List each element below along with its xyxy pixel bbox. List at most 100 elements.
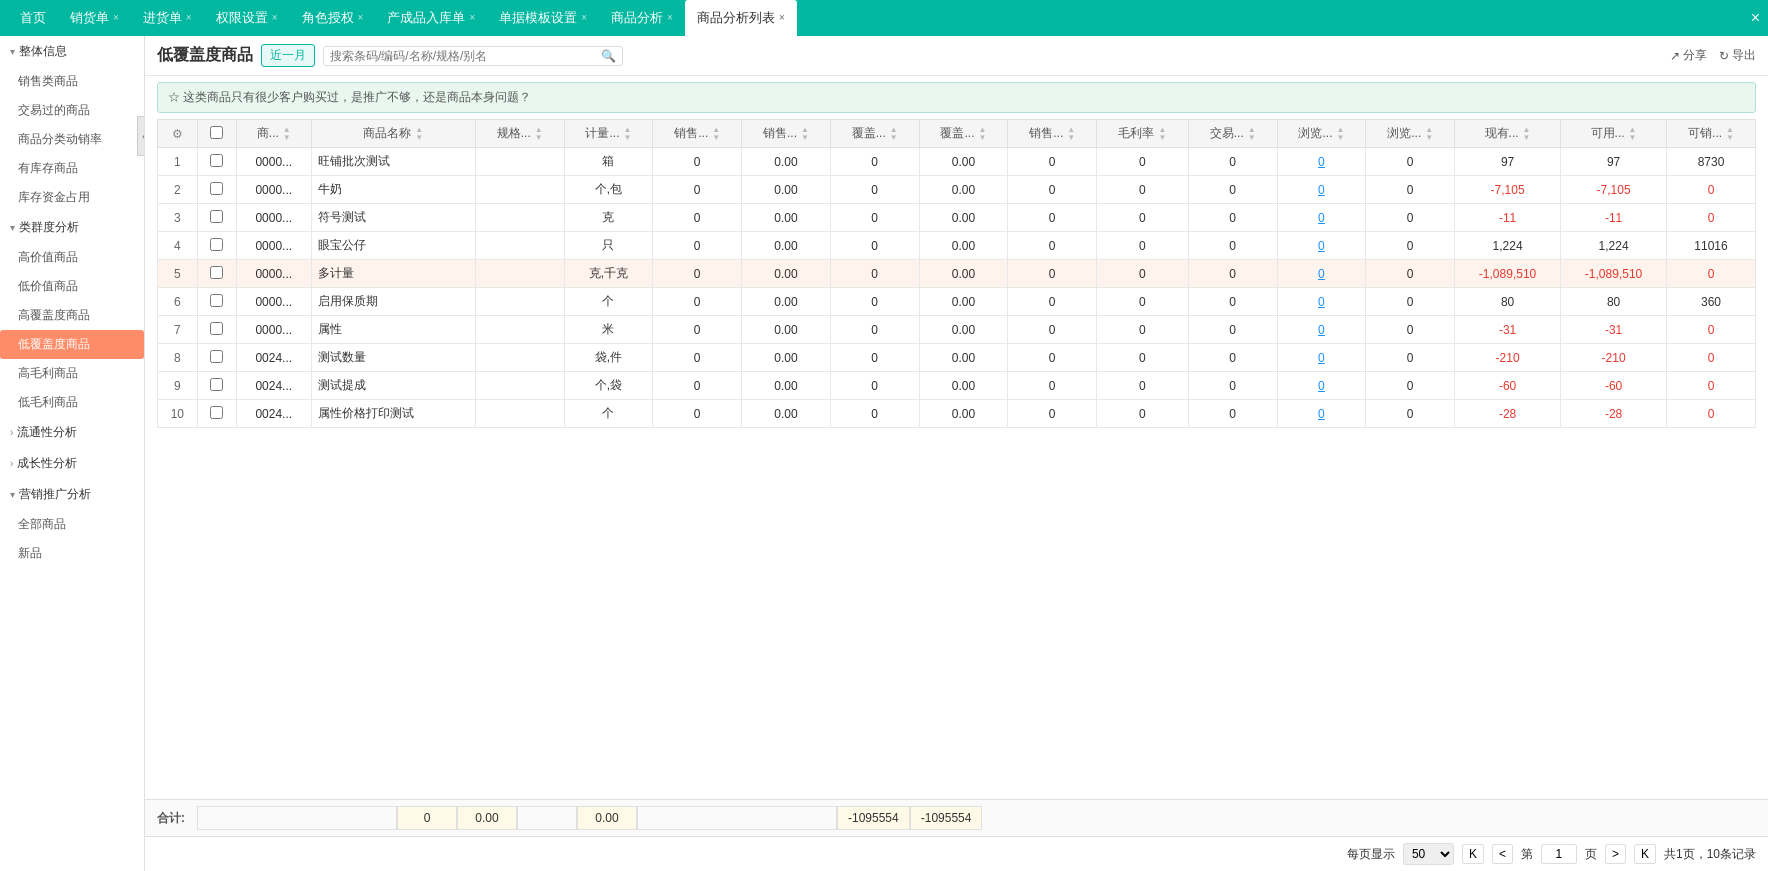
row-view1[interactable]: 0 — [1277, 204, 1366, 232]
row-select-checkbox[interactable] — [210, 350, 223, 363]
row-select-checkbox[interactable] — [210, 210, 223, 223]
sidebar-item-high-value[interactable]: 高价值商品 — [0, 243, 144, 272]
row-view1[interactable]: 0 — [1277, 344, 1366, 372]
close-icon[interactable]: × — [469, 0, 475, 36]
row-select-checkbox[interactable] — [210, 238, 223, 251]
row-select-checkbox[interactable] — [210, 378, 223, 391]
nav-tab-product[interactable]: 产成品入库单 × — [375, 0, 487, 36]
col-cover2[interactable]: 覆盖...▲▼ — [919, 120, 1008, 148]
col-view1[interactable]: 浏览...▲▼ — [1277, 120, 1366, 148]
close-icon[interactable]: × — [358, 0, 364, 36]
col-gross[interactable]: 毛利率▲▼ — [1097, 120, 1189, 148]
first-page-button[interactable]: K — [1462, 844, 1484, 864]
col-unit[interactable]: 计量...▲▼ — [564, 120, 653, 148]
close-icon[interactable]: × — [667, 0, 673, 36]
close-icon[interactable]: × — [272, 0, 278, 36]
sidebar-item-high-margin[interactable]: 高毛利商品 — [0, 359, 144, 388]
row-checkbox-cell[interactable] — [197, 148, 236, 176]
nav-tab-template[interactable]: 单据模板设置 × — [487, 0, 599, 36]
col-checkbox[interactable] — [197, 120, 236, 148]
row-view1[interactable]: 0 — [1277, 232, 1366, 260]
sidebar-collapse-button[interactable]: « — [137, 116, 145, 156]
row-select-checkbox[interactable] — [210, 294, 223, 307]
row-checkbox-cell[interactable] — [197, 316, 236, 344]
sidebar-item-high-coverage[interactable]: 高覆盖度商品 — [0, 301, 144, 330]
sidebar-item-sales-goods[interactable]: 销售类商品 — [0, 67, 144, 96]
close-icon[interactable]: × — [113, 0, 119, 36]
sidebar-item-low-margin[interactable]: 低毛利商品 — [0, 388, 144, 417]
row-view1[interactable]: 0 — [1277, 148, 1366, 176]
close-icon[interactable]: × — [186, 0, 192, 36]
table-row: 40000...眼宝公仔只00.0000.00000001,2241,22411… — [158, 232, 1756, 260]
row-select-checkbox[interactable] — [210, 406, 223, 419]
nav-tab-purchase[interactable]: 进货单 × — [131, 0, 204, 36]
nav-tab-analysis-list[interactable]: 商品分析列表 × — [685, 0, 797, 36]
col-sale-qty[interactable]: 销售...▲▼ — [653, 120, 742, 148]
close-all-button[interactable]: × — [1751, 9, 1760, 27]
col-sale-amt[interactable]: 销售...▲▼ — [742, 120, 831, 148]
col-sale3[interactable]: 销售...▲▼ — [1008, 120, 1097, 148]
row-code: 0000... — [236, 176, 311, 204]
col-name[interactable]: 商品名称▲▼ — [311, 120, 475, 148]
sidebar-item-category-rate[interactable]: 商品分类动销率 — [0, 125, 144, 154]
row-view1[interactable]: 0 — [1277, 372, 1366, 400]
total-cover2: 0.00 — [577, 806, 637, 830]
col-sellable[interactable]: 可销...▲▼ — [1667, 120, 1756, 148]
search-icon[interactable]: 🔍 — [601, 49, 616, 63]
row-checkbox-cell[interactable] — [197, 344, 236, 372]
sidebar-item-traded-goods[interactable]: 交易过的商品 — [0, 96, 144, 125]
row-select-checkbox[interactable] — [210, 182, 223, 195]
row-checkbox-cell[interactable] — [197, 288, 236, 316]
last-page-button[interactable]: K — [1634, 844, 1656, 864]
sidebar-group-growth[interactable]: › 成长性分析 — [0, 448, 144, 479]
sidebar-group-circulation[interactable]: › 流通性分析 — [0, 417, 144, 448]
sidebar-item-low-value[interactable]: 低价值商品 — [0, 272, 144, 301]
row-view1[interactable]: 0 — [1277, 176, 1366, 204]
filter-recent-month-button[interactable]: 近一月 — [261, 44, 315, 67]
export-button[interactable]: ↻ 导出 — [1719, 47, 1756, 64]
col-trade[interactable]: 交易...▲▼ — [1188, 120, 1277, 148]
sidebar-item-low-coverage[interactable]: 低覆盖度商品 — [0, 330, 144, 359]
row-select-checkbox[interactable] — [210, 322, 223, 335]
nav-tab-permissions[interactable]: 权限设置 × — [204, 0, 290, 36]
col-code[interactable]: 商...▲▼ — [236, 120, 311, 148]
nav-tab-analysis[interactable]: 商品分析 × — [599, 0, 685, 36]
sidebar-item-all-goods[interactable]: 全部商品 — [0, 510, 144, 539]
col-gear[interactable]: ⚙ — [158, 120, 198, 148]
row-select-checkbox[interactable] — [210, 266, 223, 279]
col-stock[interactable]: 现有...▲▼ — [1455, 120, 1561, 148]
row-checkbox-cell[interactable] — [197, 176, 236, 204]
row-checkbox-cell[interactable] — [197, 232, 236, 260]
row-view1[interactable]: 0 — [1277, 288, 1366, 316]
col-avail[interactable]: 可用...▲▼ — [1561, 120, 1667, 148]
close-icon[interactable]: × — [581, 0, 587, 36]
search-input[interactable] — [330, 49, 597, 63]
sidebar-group-overview[interactable]: ▾ 整体信息 — [0, 36, 144, 67]
col-view2[interactable]: 浏览...▲▼ — [1366, 120, 1455, 148]
nav-tab-home[interactable]: 首页 — [8, 0, 58, 36]
sidebar-item-in-stock[interactable]: 有库存商品 — [0, 154, 144, 183]
row-checkbox-cell[interactable] — [197, 372, 236, 400]
page-number-input[interactable] — [1541, 844, 1577, 864]
select-all-checkbox[interactable] — [210, 126, 223, 139]
sidebar-group-cluster[interactable]: ▾ 类群度分析 — [0, 212, 144, 243]
nav-tab-role[interactable]: 角色授权 × — [290, 0, 376, 36]
row-view1[interactable]: 0 — [1277, 400, 1366, 428]
row-view1[interactable]: 0 — [1277, 316, 1366, 344]
per-page-select[interactable]: 50 10 20 100 — [1403, 843, 1454, 865]
sidebar-item-stock-capital[interactable]: 库存资金占用 — [0, 183, 144, 212]
sidebar-group-marketing[interactable]: ▾ 营销推广分析 — [0, 479, 144, 510]
sidebar-item-new-goods[interactable]: 新品 — [0, 539, 144, 568]
share-button[interactable]: ↗ 分享 — [1670, 47, 1707, 64]
row-view1[interactable]: 0 — [1277, 260, 1366, 288]
col-cover1[interactable]: 覆盖...▲▼ — [830, 120, 919, 148]
prev-page-button[interactable]: < — [1492, 844, 1513, 864]
row-select-checkbox[interactable] — [210, 154, 223, 167]
next-page-button[interactable]: > — [1605, 844, 1626, 864]
nav-tab-sales[interactable]: 销货单 × — [58, 0, 131, 36]
row-checkbox-cell[interactable] — [197, 260, 236, 288]
close-icon[interactable]: × — [779, 0, 785, 36]
row-checkbox-cell[interactable] — [197, 400, 236, 428]
row-checkbox-cell[interactable] — [197, 204, 236, 232]
col-spec[interactable]: 规格...▲▼ — [475, 120, 564, 148]
